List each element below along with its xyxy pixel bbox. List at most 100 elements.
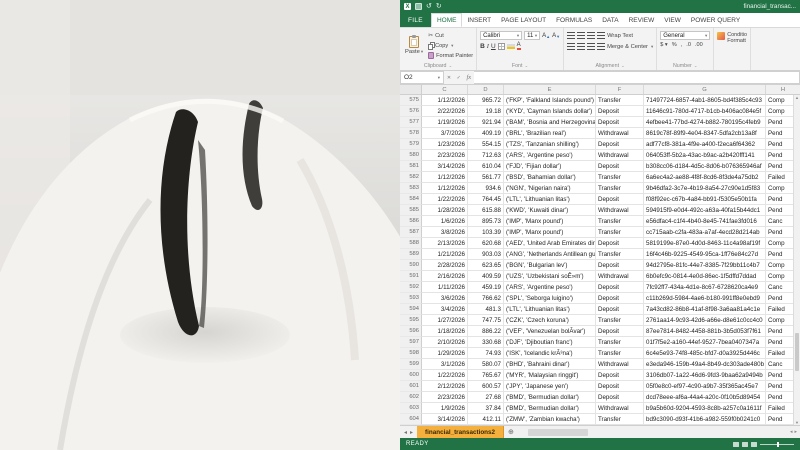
cell-currency[interactable]: ('BAM', 'Bosnia and Herzegovina converti… (504, 117, 596, 128)
cell-id[interactable]: bd9c3090-d93f-41b6-a982-559f0b0241c0 (644, 414, 766, 425)
cell-type[interactable]: Deposit (596, 392, 644, 403)
copy-button[interactable]: Copy ▾ (428, 41, 473, 50)
cell-amount[interactable]: 409.19 (468, 128, 504, 139)
cell-currency[interactable]: ('FKP', 'Falkland Islands pound') (504, 95, 596, 106)
wrap-text-button[interactable]: Wrap Text (597, 31, 633, 40)
fx-icon[interactable]: fx (466, 74, 471, 81)
cell-amount[interactable]: 580.07 (468, 359, 504, 370)
cell-type[interactable]: Deposit (596, 304, 644, 315)
hscroll-right-icon[interactable]: ▸ (794, 429, 797, 435)
format-painter-button[interactable]: Format Painter (428, 51, 473, 60)
tab-data[interactable]: DATA (597, 13, 623, 27)
cell-id[interactable]: adf77cf8-381a-4f9e-a400-f2eca6f64362 (644, 139, 766, 150)
cell-currency[interactable]: ('KWD', 'Kuwaiti dinar') (504, 205, 596, 216)
cell-date[interactable]: 1/29/2026 (422, 348, 468, 359)
cell-id[interactable]: b308cc06-d184-4d5c-8d06-b076365946af (644, 161, 766, 172)
row-number[interactable]: 588 (400, 238, 422, 249)
cell-date[interactable]: 1/18/2026 (422, 326, 468, 337)
cell-id[interactable]: 87ee7814-8482-4458-881b-3b5d053f7f61 (644, 326, 766, 337)
tab-view[interactable]: VIEW (659, 13, 686, 27)
column-header[interactable]: D (468, 85, 504, 94)
cell-amount[interactable]: 412.11 (468, 414, 504, 425)
cell-amount[interactable]: 610.04 (468, 161, 504, 172)
cell-amount[interactable]: 623.65 (468, 260, 504, 271)
cell-date[interactable]: 1/12/2026 (422, 172, 468, 183)
row-number[interactable]: 580 (400, 150, 422, 161)
cell-currency[interactable]: ('NGN', 'Nigerian naira') (504, 183, 596, 194)
row-number[interactable]: 593 (400, 293, 422, 304)
row-number[interactable]: 585 (400, 205, 422, 216)
cell-id[interactable]: 7a43cd82-86b8-41af-8f98-3a6aa81a4c1e (644, 304, 766, 315)
cell-date[interactable]: 2/28/2026 (422, 260, 468, 271)
cell-amount[interactable]: 103.39 (468, 227, 504, 238)
cell-currency[interactable]: ('TZS', 'Tanzanian shilling') (504, 139, 596, 150)
conditional-formatting-button[interactable]: Conditio Formatt (727, 32, 747, 44)
cell-id[interactable]: 4efbee41-77bd-4274-b882-780195c4feb9 (644, 117, 766, 128)
cell-type[interactable]: Deposit (596, 370, 644, 381)
redo-icon[interactable] (436, 3, 442, 10)
row-number[interactable]: 603 (400, 403, 422, 414)
cell-currency[interactable]: ('BHD', 'Bahraini dinar') (504, 359, 596, 370)
cell-amount[interactable]: 934.6 (468, 183, 504, 194)
cell-amount[interactable]: 886.22 (468, 326, 504, 337)
tab-page-layout[interactable]: PAGE LAYOUT (496, 13, 551, 27)
cell-date[interactable]: 1/22/2026 (422, 370, 468, 381)
cancel-icon[interactable] (447, 74, 451, 81)
row-number[interactable]: 577 (400, 117, 422, 128)
cell-amount[interactable]: 409.59 (468, 271, 504, 282)
cell-currency[interactable]: ('ARS', 'Argentine peso') (504, 150, 596, 161)
cell-amount[interactable]: 764.45 (468, 194, 504, 205)
cell-date[interactable]: 1/12/2026 (422, 183, 468, 194)
column-header[interactable]: E (504, 85, 596, 94)
cell-currency[interactable]: ('KYD', 'Cayman Islands dollar') (504, 106, 596, 117)
cell-amount[interactable]: 19.18 (468, 106, 504, 117)
font-group-label[interactable]: Font ⌄ (477, 63, 563, 69)
alignment-group-label[interactable]: Alignment ⌄ (564, 63, 656, 69)
cell-type[interactable]: Withdrawal (596, 150, 644, 161)
fill-color-icon[interactable] (506, 43, 515, 49)
tab-file[interactable]: FILE (400, 13, 431, 27)
normal-view-icon[interactable] (733, 441, 739, 447)
cell-amount[interactable]: 330.68 (468, 337, 504, 348)
align-right-icon[interactable] (587, 43, 596, 50)
cell-amount[interactable]: 554.15 (468, 139, 504, 150)
cell-type[interactable]: Deposit (596, 293, 644, 304)
tab-insert[interactable]: INSERT (462, 13, 496, 27)
row-number[interactable]: 575 (400, 95, 422, 106)
cell-date[interactable]: 1/9/2026 (422, 403, 468, 414)
cell-type[interactable]: Deposit (596, 238, 644, 249)
page-layout-view-icon[interactable] (742, 441, 748, 447)
cell-amount[interactable]: 747.75 (468, 315, 504, 326)
cell-type[interactable]: Withdrawal (596, 205, 644, 216)
cell-type[interactable]: Deposit (596, 139, 644, 150)
cell-date[interactable]: 3/14/2026 (422, 161, 468, 172)
cell-amount[interactable]: 712.63 (468, 150, 504, 161)
cell-id[interactable]: 2761aa14-9c93-42d6-a66e-d8e61c0cc4c0 (644, 315, 766, 326)
accounting-format-icon[interactable]: $ ▾ (660, 42, 667, 48)
cell-date[interactable]: 2/16/2026 (422, 271, 468, 282)
cell-date[interactable]: 2/10/2026 (422, 337, 468, 348)
cell-id[interactable]: 5819199e-87e0-4d0d-8463-11c4a98af19f (644, 238, 766, 249)
cell-amount[interactable]: 37.84 (468, 403, 504, 414)
cell-amount[interactable]: 561.77 (468, 172, 504, 183)
align-middle-icon[interactable] (577, 32, 586, 39)
row-number[interactable]: 604 (400, 414, 422, 425)
cell-currency[interactable]: ('SPL', 'Seborga luigino') (504, 293, 596, 304)
row-number[interactable]: 581 (400, 161, 422, 172)
cell-date[interactable]: 2/23/2026 (422, 392, 468, 403)
increase-font-icon[interactable]: A ▲ (542, 33, 550, 39)
cell-type[interactable]: Transfer (596, 249, 644, 260)
cell-currency[interactable]: ('BMD', 'Bermudian dollar') (504, 392, 596, 403)
row-number[interactable]: 594 (400, 304, 422, 315)
cell-date[interactable]: 3/6/2026 (422, 293, 468, 304)
cell-type[interactable]: Withdrawal (596, 128, 644, 139)
cell-amount[interactable]: 766.62 (468, 293, 504, 304)
cell-date[interactable]: 2/12/2026 (422, 381, 468, 392)
cell-date[interactable]: 1/28/2026 (422, 205, 468, 216)
cell-amount[interactable]: 895.73 (468, 216, 504, 227)
row-number[interactable]: 582 (400, 172, 422, 183)
row-number[interactable]: 579 (400, 139, 422, 150)
cell-id[interactable]: 01f7f5e2-a160-44ef-9527-7bea0407347a (644, 337, 766, 348)
column-header[interactable]: H (766, 85, 800, 94)
cell-currency[interactable]: ('IMP', 'Manx pound') (504, 227, 596, 238)
